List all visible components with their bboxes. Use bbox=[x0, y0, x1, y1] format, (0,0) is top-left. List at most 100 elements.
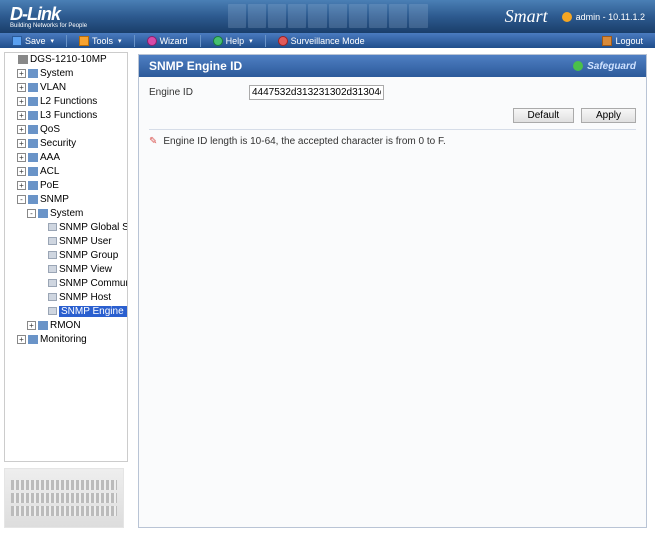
camera-icon bbox=[278, 36, 288, 46]
engine-id-input[interactable] bbox=[249, 85, 384, 100]
apply-button[interactable]: Apply bbox=[581, 108, 636, 123]
expand-icon[interactable]: + bbox=[17, 111, 26, 120]
expand-icon[interactable]: + bbox=[17, 97, 26, 106]
brand-tagline: Building Networks for People bbox=[10, 23, 87, 29]
tree-acl[interactable]: +ACL bbox=[7, 165, 127, 179]
logout-icon bbox=[602, 36, 612, 46]
tree-monitoring[interactable]: +Monitoring bbox=[7, 333, 127, 347]
engine-id-label: Engine ID bbox=[149, 87, 239, 98]
menu-logout-label: Logout bbox=[615, 36, 643, 46]
menu-tools-label: Tools bbox=[92, 36, 113, 46]
menu-surveillance-label: Surveillance Mode bbox=[291, 36, 365, 46]
menu-save[interactable]: Save ▾ bbox=[6, 36, 60, 46]
folder-icon bbox=[28, 125, 38, 134]
tree-snmp-host[interactable]: SNMP Host bbox=[27, 291, 127, 305]
menu-logout[interactable]: Logout bbox=[596, 36, 649, 46]
tree-snmp-user[interactable]: SNMP User bbox=[27, 235, 127, 249]
menu-tools[interactable]: Tools ▾ bbox=[73, 36, 128, 46]
page-icon bbox=[48, 293, 57, 301]
brand-logo: D-Link Building Networks for People bbox=[10, 5, 87, 29]
menu-bar: Save ▾ Tools ▾ Wizard Help ▾ Surveillanc… bbox=[0, 33, 655, 48]
menu-surveillance[interactable]: Surveillance Mode bbox=[272, 36, 371, 46]
menu-wizard-label: Wizard bbox=[160, 36, 188, 46]
collapse-icon[interactable]: - bbox=[27, 209, 36, 218]
user-icon bbox=[562, 12, 572, 22]
safeguard-label: Safeguard bbox=[587, 61, 636, 72]
tree-vlan[interactable]: +VLAN bbox=[7, 81, 127, 95]
admin-info: admin - 10.11.1.2 bbox=[562, 12, 645, 22]
safeguard-badge: Safeguard bbox=[573, 61, 636, 72]
expand-icon[interactable]: + bbox=[17, 167, 26, 176]
nav-tree[interactable]: DGS-1210-10MP +System +VLAN +L2 Function… bbox=[4, 52, 128, 462]
tree-snmp-community[interactable]: SNMP Community bbox=[27, 277, 127, 291]
expand-icon[interactable]: + bbox=[17, 69, 26, 78]
tree-snmp-view[interactable]: SNMP View bbox=[27, 263, 127, 277]
page-icon bbox=[48, 279, 57, 287]
tree-snmp-group[interactable]: SNMP Group bbox=[27, 249, 127, 263]
folder-icon bbox=[28, 167, 38, 176]
folder-icon bbox=[28, 335, 38, 344]
folder-icon bbox=[28, 83, 38, 92]
panel: SNMP Engine ID Safeguard Engine ID Defau… bbox=[138, 54, 647, 528]
pencil-icon: ✎ bbox=[149, 136, 157, 147]
device-image bbox=[4, 468, 124, 528]
menu-wizard[interactable]: Wizard bbox=[141, 36, 194, 46]
wrench-icon bbox=[79, 36, 89, 46]
menu-save-label: Save bbox=[25, 36, 46, 46]
wand-icon bbox=[147, 36, 157, 46]
folder-icon bbox=[28, 181, 38, 190]
device-ports-illustration bbox=[228, 4, 428, 28]
sidebar: DGS-1210-10MP +System +VLAN +L2 Function… bbox=[0, 48, 134, 536]
folder-icon bbox=[28, 153, 38, 162]
tree-qos[interactable]: +QoS bbox=[7, 123, 127, 137]
expand-icon[interactable]: + bbox=[27, 321, 36, 330]
tree-snmp[interactable]: -SNMP -System SNMP Global Settings SNMP … bbox=[7, 193, 127, 333]
expand-icon[interactable]: + bbox=[17, 153, 26, 162]
chevron-down-icon: ▾ bbox=[249, 37, 253, 45]
tree-system[interactable]: +System bbox=[7, 67, 127, 81]
tree-snmp-system[interactable]: -System SNMP Global Settings SNMP User S… bbox=[17, 207, 127, 319]
tree-aaa[interactable]: +AAA bbox=[7, 151, 127, 165]
default-button[interactable]: Default bbox=[513, 108, 575, 123]
folder-icon bbox=[28, 97, 38, 106]
page-icon bbox=[48, 265, 57, 273]
folder-icon bbox=[28, 111, 38, 120]
expand-icon[interactable]: + bbox=[17, 83, 26, 92]
page-icon bbox=[48, 307, 57, 315]
menu-help[interactable]: Help ▾ bbox=[207, 36, 259, 46]
expand-icon[interactable]: + bbox=[17, 125, 26, 134]
folder-icon bbox=[28, 69, 38, 78]
folder-icon bbox=[38, 209, 48, 218]
tree-l3[interactable]: +L3 Functions bbox=[7, 109, 127, 123]
tree-snmp-global[interactable]: SNMP Global Settings bbox=[27, 221, 127, 235]
panel-header: SNMP Engine ID Safeguard bbox=[139, 55, 646, 77]
hint-text: Engine ID length is 10-64, the accepted … bbox=[163, 136, 445, 147]
tree-l2[interactable]: +L2 Functions bbox=[7, 95, 127, 109]
page-icon bbox=[48, 237, 57, 245]
app-header: D-Link Building Networks for People Smar… bbox=[0, 0, 655, 33]
admin-text: admin - 10.11.1.2 bbox=[576, 12, 645, 22]
page-title: SNMP Engine ID bbox=[149, 59, 242, 73]
help-icon bbox=[213, 36, 223, 46]
folder-icon bbox=[28, 195, 38, 204]
page-icon bbox=[48, 223, 57, 231]
shield-icon bbox=[573, 61, 583, 71]
hint-row: ✎ Engine ID length is 10-64, the accepte… bbox=[149, 136, 636, 147]
collapse-icon[interactable]: - bbox=[17, 195, 26, 204]
main-content: SNMP Engine ID Safeguard Engine ID Defau… bbox=[134, 48, 655, 536]
tree-poe[interactable]: +PoE bbox=[7, 179, 127, 193]
tree-security[interactable]: +Security bbox=[7, 137, 127, 151]
tree-rmon[interactable]: +RMON bbox=[17, 319, 127, 333]
series-label: Smart bbox=[505, 6, 548, 27]
tree-snmp-engine[interactable]: SNMP Engine ID bbox=[27, 305, 127, 319]
tree-device[interactable]: DGS-1210-10MP +System +VLAN +L2 Function… bbox=[5, 53, 127, 347]
device-icon bbox=[18, 55, 28, 64]
folder-icon bbox=[38, 321, 48, 330]
save-icon bbox=[12, 36, 22, 46]
chevron-down-icon: ▾ bbox=[118, 37, 122, 45]
expand-icon[interactable]: + bbox=[17, 139, 26, 148]
brand-name: D-Link bbox=[10, 5, 87, 23]
page-icon bbox=[48, 251, 57, 259]
expand-icon[interactable]: + bbox=[17, 181, 26, 190]
expand-icon[interactable]: + bbox=[17, 335, 26, 344]
